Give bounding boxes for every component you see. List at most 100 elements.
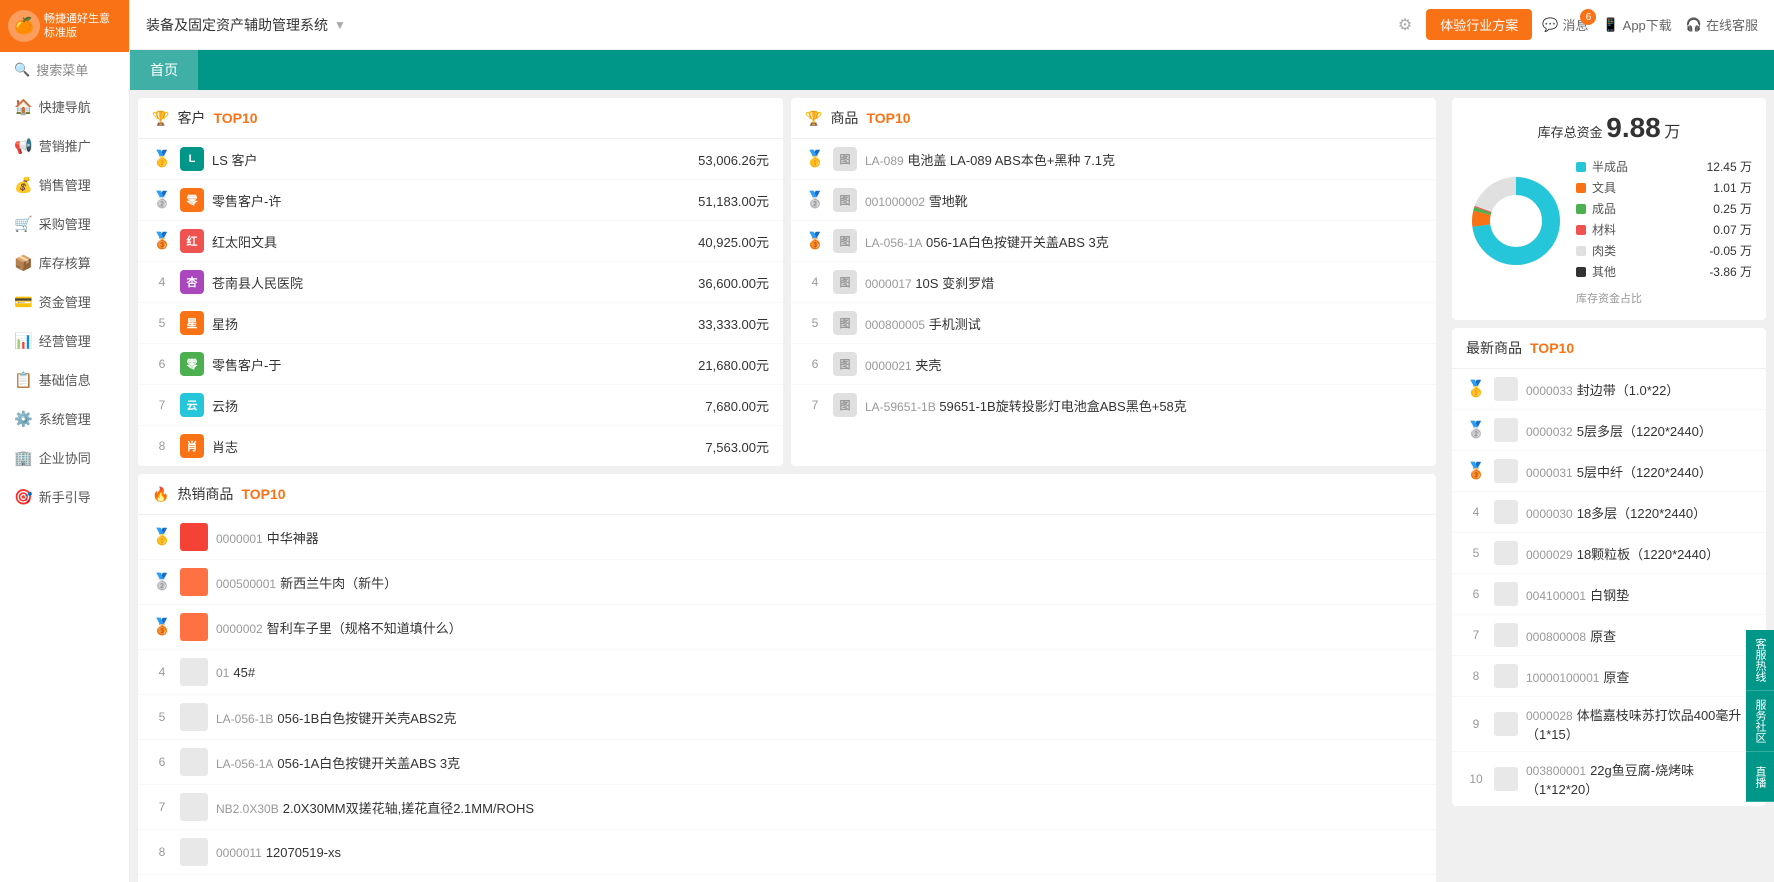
new-product-rows: 🥇 0000033封边带（1.0*22） 🥈 00000325层多层（1220*…	[1452, 369, 1766, 806]
message-badge: 6	[1580, 9, 1596, 25]
title-dropdown-icon[interactable]: ▼	[334, 18, 346, 32]
product-rank-row[interactable]: 4 图 0000017 10S 变刹罗焟	[791, 262, 1436, 303]
legend-item: 文具 1.01 万	[1576, 179, 1752, 196]
sidebar-item-guide[interactable]: 🎯 新手引导	[0, 477, 129, 516]
message-button[interactable]: 💬 消息 6	[1542, 15, 1588, 34]
hot-product-row[interactable]: 🥇 0000001中华神器	[138, 515, 1436, 560]
sidebar-item-purchase[interactable]: 🛒 采购管理	[0, 204, 129, 243]
float-button[interactable]: 客服热线	[1746, 630, 1774, 691]
sidebar-item-collaboration[interactable]: 🏢 企业协同	[0, 438, 129, 477]
rank-medal-icon: 🥉	[152, 617, 172, 637]
customer-name: 零售客户-许	[212, 191, 690, 210]
customer-top10-panel: 🏆 客户 TOP10 🥇 L LS 客户 53,006.26元 🥈 零 零售客户…	[138, 98, 783, 466]
legend-item: 半成品 12.45 万	[1576, 158, 1752, 175]
try-plan-button[interactable]: 体验行业方案	[1426, 9, 1532, 40]
hot-product-row[interactable]: 5 LA-056-1B056-1B白色按键开关壳ABS2克	[138, 695, 1436, 740]
new-product-row[interactable]: 7 000800008原查	[1452, 615, 1766, 656]
rank-number: 8	[152, 439, 172, 453]
legend-color-dot	[1576, 225, 1586, 235]
new-product-row[interactable]: 4 000003018多层（1220*2440）	[1452, 492, 1766, 533]
rank-medal-icon: 🥈	[152, 190, 172, 210]
new-product-row[interactable]: 9 0000028体槛嘉枝味苏打饮品400毫升（1*15）	[1452, 697, 1766, 752]
customer-rank-row[interactable]: 8 肖 肖志 7,563.00元	[138, 426, 783, 466]
customer-rank-row[interactable]: 5 星 星扬 33,333.00元	[138, 303, 783, 344]
legend-color-dot	[1576, 267, 1586, 277]
product-entry: 0000001中华神器	[216, 528, 319, 547]
product-img-placeholder: 图	[833, 270, 857, 294]
hot-product-row[interactable]: 8 000001112070519-xs	[138, 830, 1436, 875]
product-rank-row[interactable]: 🥈 图 001000002 雪地靴	[791, 180, 1436, 221]
marketing-icon: 📢	[14, 137, 33, 155]
rank-number: 7	[152, 800, 172, 814]
tab-home[interactable]: 首页	[130, 50, 198, 90]
app-download-button[interactable]: 📱 App下载	[1602, 15, 1671, 34]
new-product-row[interactable]: 6 004100001白钢垫	[1452, 574, 1766, 615]
sidebar-label: 新手引导	[39, 487, 91, 506]
new-product-row[interactable]: 🥇 0000033封边带（1.0*22）	[1452, 369, 1766, 410]
sidebar-item-sales[interactable]: 💰 销售管理	[0, 165, 129, 204]
new-product-row[interactable]: 🥉 00000315层中纤（1220*2440）	[1452, 451, 1766, 492]
sidebar-item-system[interactable]: ⚙️ 系统管理	[0, 399, 129, 438]
customer-value: 7,563.00元	[705, 437, 769, 456]
customer-rank-row[interactable]: 6 零 零售客户-于 21,680.00元	[138, 344, 783, 385]
hot-product-row[interactable]: 🥈 000500001新西兰牛肉（新牛）	[138, 560, 1436, 605]
online-service-button[interactable]: 🎧 在线客服	[1686, 15, 1758, 34]
new-products-header: 最新商品 TOP10	[1452, 328, 1766, 369]
sidebar-item-operations[interactable]: 📊 经营管理	[0, 321, 129, 360]
basics-icon: 📋	[14, 371, 33, 389]
sidebar-label: 库存核算	[39, 253, 91, 272]
main-area: 装备及固定资产辅助管理系统 ▼ ⚙ 体验行业方案 💬 消息 6 📱 App下载 …	[130, 0, 1774, 882]
finance-icon: 💳	[14, 293, 33, 311]
legend-label: 肉类	[1576, 242, 1709, 259]
product-entry: LA-056-1A 056-1A白色按键开关盖ABS 3克	[865, 232, 1422, 251]
product-rank-row[interactable]: 🥇 图 LA-089 电池盖 LA-089 ABS本色+黑种 7.1克	[791, 139, 1436, 180]
float-button[interactable]: 服务社区	[1746, 691, 1774, 752]
customer-rank-row[interactable]: 4 杏 苍南县人民医院 36,600.00元	[138, 262, 783, 303]
sidebar-item-shortcuts[interactable]: 🏠 快捷导航	[0, 87, 129, 126]
customer-rank-row[interactable]: 🥉 红 红太阳文具 40,925.00元	[138, 221, 783, 262]
sidebar-item-inventory[interactable]: 📦 库存核算	[0, 243, 129, 282]
new-product-row[interactable]: 8 10000100001原查	[1452, 656, 1766, 697]
product-rank-row[interactable]: 5 图 000800005 手机测试	[791, 303, 1436, 344]
new-product-row[interactable]: 10 00380000122g鱼豆腐-烧烤味（1*12*20）	[1452, 752, 1766, 806]
customer-rank-row[interactable]: 7 云 云扬 7,680.00元	[138, 385, 783, 426]
customer-value: 21,680.00元	[698, 355, 769, 374]
hot-product-row[interactable]: 9 KK-SD22110H花语萌恒温分腿睡袋（厚款）	[138, 875, 1436, 882]
legend-value: 12.45 万	[1707, 158, 1752, 175]
product-thumbnail	[180, 748, 208, 776]
settings-gear-icon[interactable]: ⚙	[1394, 15, 1416, 35]
product-img-placeholder: 图	[833, 229, 857, 253]
product-rank-table: 🥇 图 LA-089 电池盖 LA-089 ABS本色+黑种 7.1克 🥈 图 …	[791, 139, 1436, 425]
new-product-row[interactable]: 🥈 00000325层多层（1220*2440）	[1452, 410, 1766, 451]
new-product-row[interactable]: 5 000002918颗粒板（1220*2440）	[1452, 533, 1766, 574]
sidebar-item-marketing[interactable]: 📢 营销推广	[0, 126, 129, 165]
float-buttons: 客服热线服务社区直播	[1746, 630, 1774, 802]
rank-number: 9	[1466, 717, 1486, 731]
sidebar-item-finance[interactable]: 💳 资金管理	[0, 282, 129, 321]
sidebar-item-basics[interactable]: 📋 基础信息	[0, 360, 129, 399]
product-entry: 0145#	[216, 665, 255, 680]
customer-rank-table: 🥇 L LS 客户 53,006.26元 🥈 零 零售客户-许 51,183.0…	[138, 139, 783, 466]
product-rank-row[interactable]: 7 图 LA-59651-1B 59651-1B旋转投影灯电池盒ABS黑色+58…	[791, 385, 1436, 425]
rank-number: 4	[1466, 505, 1486, 519]
product-panel-title: 商品	[830, 108, 858, 128]
product-img-placeholder: 图	[833, 188, 857, 212]
legend-item: 其他 -3.86 万	[1576, 263, 1752, 280]
customer-name: 零售客户-于	[212, 355, 690, 374]
new-product-entry: 00000325层多层（1220*2440）	[1526, 421, 1712, 440]
hot-product-row[interactable]: 7 NB2.0X30B2.0X30MM双搓花轴,搓花直径2.1MM/ROHS	[138, 785, 1436, 830]
customer-rank-row[interactable]: 🥇 L LS 客户 53,006.26元	[138, 139, 783, 180]
new-product-entry: 000002918颗粒板（1220*2440）	[1526, 544, 1719, 563]
system-icon: ⚙️	[14, 410, 33, 428]
hot-product-row[interactable]: 🥉 0000002智利车子里（规格不知道填什么）	[138, 605, 1436, 650]
customer-rank-row[interactable]: 🥈 零 零售客户-许 51,183.00元	[138, 180, 783, 221]
phone-icon: 📱	[1602, 17, 1618, 33]
customer-name: 苍南县人民医院	[212, 273, 690, 292]
hot-product-row[interactable]: 6 LA-056-1A056-1A白色按键开关盖ABS 3克	[138, 740, 1436, 785]
float-button[interactable]: 直播	[1746, 752, 1774, 802]
product-rank-row[interactable]: 6 图 0000021 夹壳	[791, 344, 1436, 385]
search-menu[interactable]: 🔍 搜索菜单	[0, 52, 129, 87]
hot-product-row[interactable]: 4 0145#	[138, 650, 1436, 695]
legend-item: 材料 0.07 万	[1576, 221, 1752, 238]
product-rank-row[interactable]: 🥉 图 LA-056-1A 056-1A白色按键开关盖ABS 3克	[791, 221, 1436, 262]
